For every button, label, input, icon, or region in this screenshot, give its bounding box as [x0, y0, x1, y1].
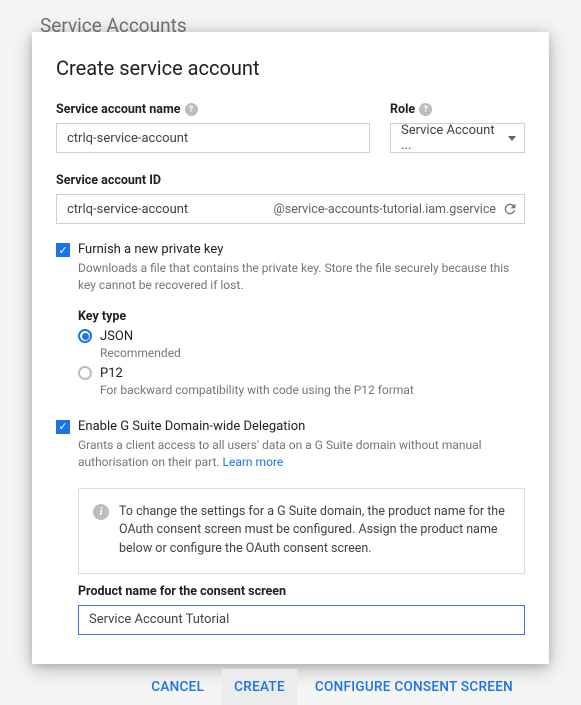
create-button[interactable]: CREATE [222, 669, 297, 705]
id-suffix: @service-accounts-tutorial.iam.gservice [274, 202, 496, 217]
service-account-name-input[interactable] [56, 123, 370, 153]
info-icon: i [93, 504, 109, 520]
help-icon[interactable]: ? [419, 103, 432, 116]
key-type-label: Key type [78, 309, 525, 324]
chevron-down-icon [508, 136, 516, 141]
product-name-label: Product name for the consent screen [78, 584, 525, 599]
enable-delegation-label: Enable G Suite Domain-wide Delegation [78, 419, 305, 434]
p12-radio-label: P12 [100, 366, 123, 381]
label-text: Service account ID [56, 173, 161, 188]
p12-radio-desc: For backward compatibility with code usi… [100, 383, 525, 397]
product-name-input[interactable] [78, 605, 525, 635]
furnish-key-checkbox[interactable]: ✓ [56, 243, 70, 257]
service-account-id-field: @service-accounts-tutorial.iam.gservice [56, 194, 525, 224]
dialog-actions: CANCEL CREATE CONFIGURE CONSENT SCREEN [56, 651, 525, 705]
dialog-title: Create service account [56, 56, 525, 80]
p12-radio[interactable] [78, 366, 92, 380]
info-text: To change the settings for a G Suite dom… [119, 503, 510, 559]
enable-delegation-desc: Grants a client access to all users' dat… [78, 437, 525, 472]
json-radio-label: JSON [100, 329, 133, 344]
service-account-id-input[interactable] [67, 202, 274, 217]
configure-consent-button[interactable]: CONFIGURE CONSENT SCREEN [303, 669, 525, 705]
cancel-button[interactable]: CANCEL [139, 669, 216, 705]
role-select[interactable]: Service Account ... [390, 123, 525, 153]
checkmark-icon: ✓ [58, 421, 67, 432]
json-radio-desc: Recommended [100, 346, 525, 360]
furnish-key-desc: Downloads a file that contains the priva… [78, 260, 525, 295]
json-radio[interactable] [78, 329, 92, 343]
enable-delegation-checkbox[interactable]: ✓ [56, 420, 70, 434]
info-box: i To change the settings for a G Suite d… [78, 488, 525, 574]
role-label: Role ? [390, 102, 525, 117]
service-account-id-label: Service account ID [56, 173, 525, 188]
create-service-account-dialog: Create service account Service account n… [32, 32, 549, 664]
learn-more-link[interactable]: Learn more [223, 455, 284, 469]
label-text: Role [390, 102, 415, 117]
role-selected-text: Service Account ... [401, 123, 508, 153]
checkmark-icon: ✓ [58, 245, 67, 256]
refresh-icon[interactable] [502, 201, 518, 217]
radio-dot-icon [82, 333, 89, 340]
help-icon[interactable]: ? [185, 103, 198, 116]
service-account-name-label: Service account name ? [56, 102, 370, 117]
label-text: Service account name [56, 102, 181, 117]
furnish-key-label: Furnish a new private key [78, 242, 223, 257]
